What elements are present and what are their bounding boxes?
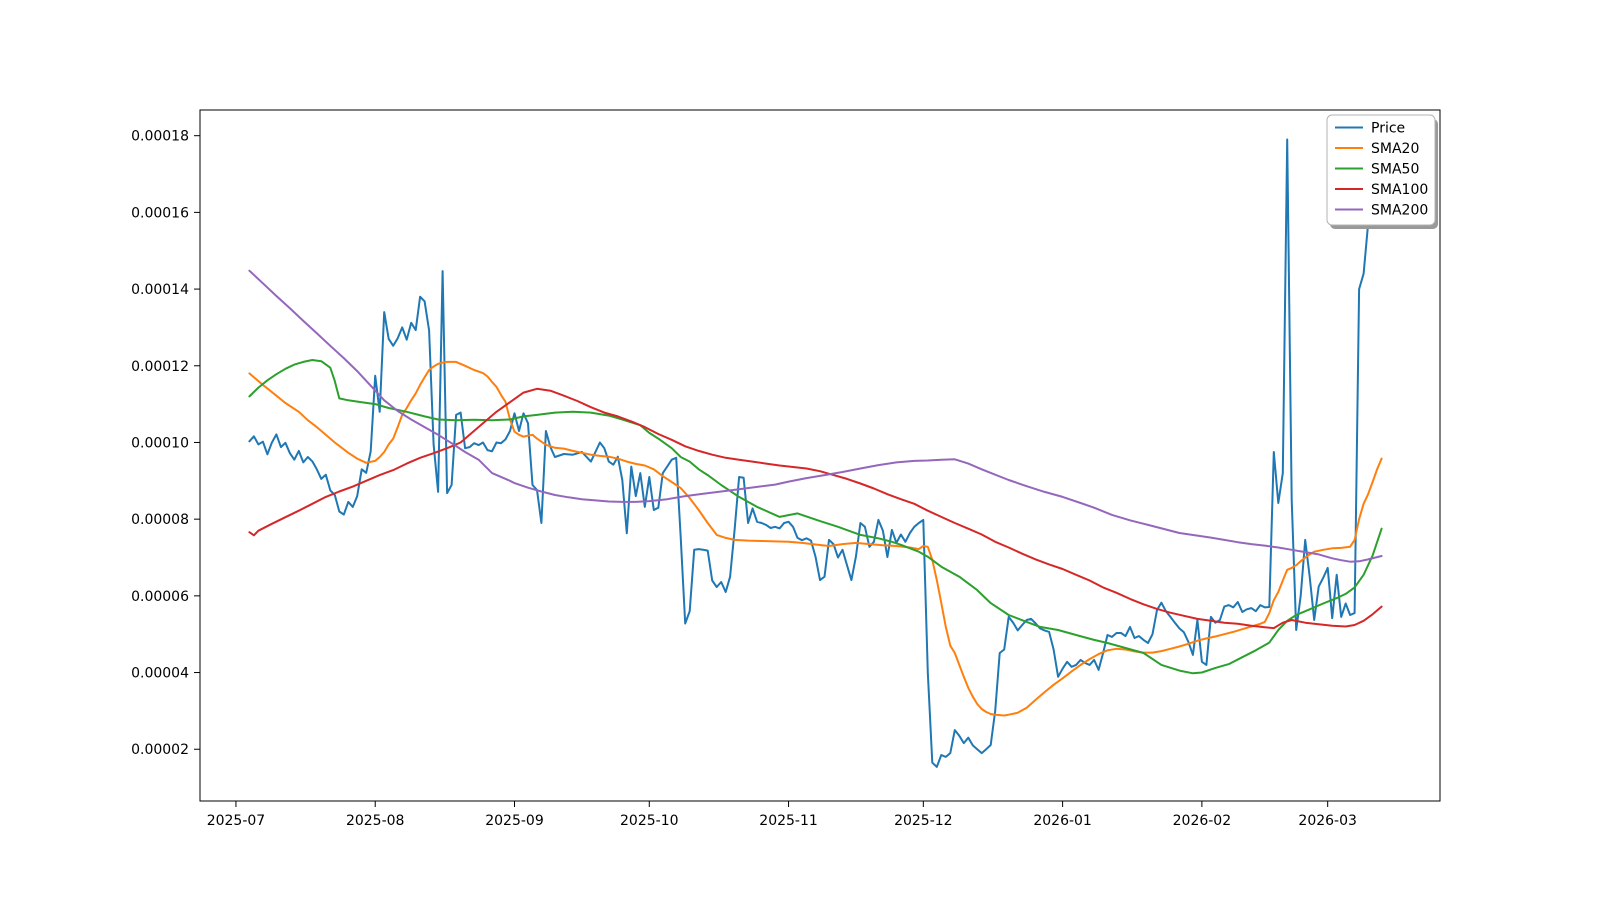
y-tick-label: 0.00006 [131,589,189,605]
figure-canvas: 2025-07 2025-08 2025-09 2025-10 2025-11 2025-… [0,0,1600,900]
y-tick-label: 0.00018 [131,129,189,145]
y-tick-label: 0.00008 [131,512,189,528]
y-tick-label: 0.00004 [131,666,189,682]
x-tick-label: 2025-07 [207,813,266,829]
x-tick-label: 2025-10 [620,813,679,829]
legend-label-sma50: SMA50 [1371,162,1419,178]
legend-label-sma100: SMA100 [1371,182,1428,198]
x-tick-label: 2025-12 [894,813,953,829]
x-tick-label: 2025-08 [346,813,405,829]
price-sma-line-chart: 2025-07 2025-08 2025-09 2025-10 2025-11 2025-… [0,0,1600,900]
legend-label-sma20: SMA20 [1371,141,1419,157]
legend-label-price: Price [1371,121,1405,137]
page: { "figure": {"width": 1600, "height": 90… [0,0,1600,900]
x-tick-label: 2026-01 [1033,813,1092,829]
y-tick-label: 0.00014 [131,282,189,298]
y-tick-label: 0.00016 [131,205,189,221]
y-tick-label: 0.00010 [131,435,189,451]
x-tick-label: 2026-03 [1298,813,1357,829]
y-tick-label: 0.00002 [131,742,189,758]
x-tick-label: 2025-09 [485,813,544,829]
y-tick-label: 0.00012 [131,359,189,375]
x-tick-label: 2026-02 [1173,813,1232,829]
x-tick-label: 2025-11 [759,813,818,829]
legend-label-sma200: SMA200 [1371,203,1428,219]
